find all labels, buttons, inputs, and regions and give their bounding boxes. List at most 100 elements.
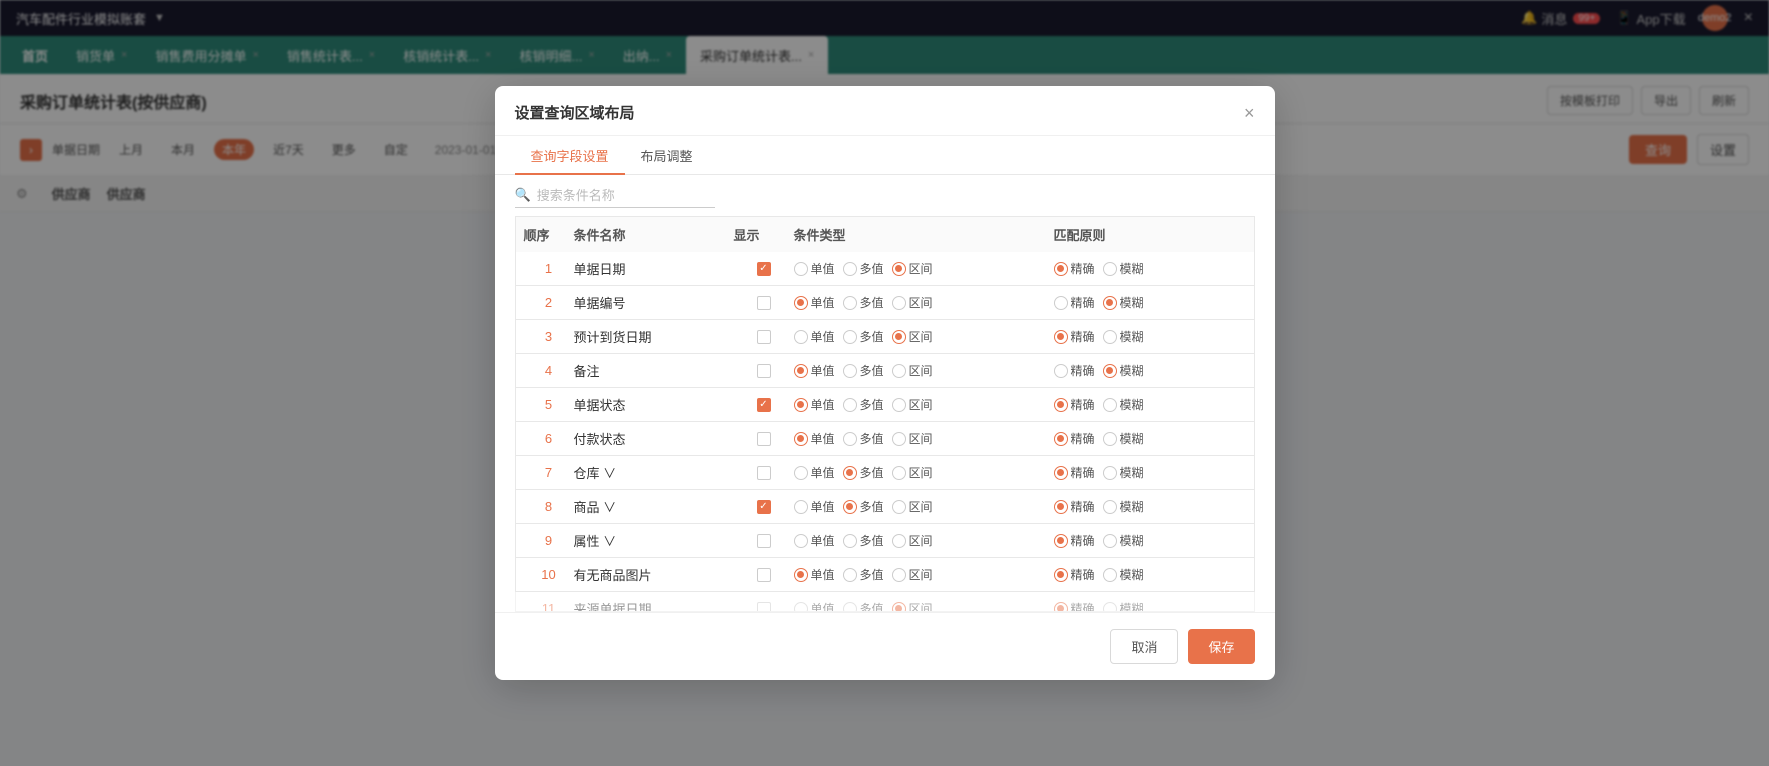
row10-type-range[interactable]: 区间	[892, 566, 933, 583]
row10-show-checkbox[interactable]	[757, 568, 771, 582]
row7-type-single[interactable]: 单值	[794, 464, 835, 481]
row3-name: 预计到货日期	[574, 327, 734, 346]
row9-match: 精确 模糊	[1054, 532, 1254, 549]
table-row: 9 属性 ∨ 单值 多值 区间 精确 模糊	[515, 524, 1255, 558]
cancel-button[interactable]: 取消	[1110, 629, 1178, 664]
row4-type-multi[interactable]: 多值	[843, 362, 884, 379]
row7-show[interactable]	[734, 466, 794, 480]
row6-show[interactable]	[734, 432, 794, 446]
tab-query-fields[interactable]: 查询字段设置	[515, 136, 625, 175]
row7-match-fuzzy[interactable]: 模糊	[1103, 464, 1144, 481]
row7-type-multi[interactable]: 多值	[843, 464, 884, 481]
row2-match-exact[interactable]: 精确	[1054, 294, 1095, 311]
dialog-overlay: 设置查询区域布局 × 查询字段设置 布局调整 🔍 顺序 条件名称 显示 条件类型…	[0, 0, 1769, 766]
row8-match-fuzzy[interactable]: 模糊	[1103, 498, 1144, 515]
row8-type-single[interactable]: 单值	[794, 498, 835, 515]
row6-show-checkbox[interactable]	[757, 432, 771, 446]
row5-type-multi[interactable]: 多值	[843, 396, 884, 413]
row5-match-fuzzy[interactable]: 模糊	[1103, 396, 1144, 413]
row10-type-multi[interactable]: 多值	[843, 566, 884, 583]
row2-show[interactable]	[734, 296, 794, 310]
row9-show-checkbox[interactable]	[757, 534, 771, 548]
row8-show-checkbox[interactable]: ✓	[757, 500, 771, 514]
row3-type-single[interactable]: 单值	[794, 328, 835, 345]
row7-type-range[interactable]: 区间	[892, 464, 933, 481]
row10-match-exact[interactable]: 精确	[1054, 566, 1095, 583]
row5-type-single[interactable]: 单值	[794, 396, 835, 413]
row4-type-range[interactable]: 区间	[892, 362, 933, 379]
row9-type-multi[interactable]: 多值	[843, 532, 884, 549]
row5-show[interactable]: ✓	[734, 398, 794, 412]
row6-match: 精确 模糊	[1054, 430, 1254, 447]
row8-match-exact[interactable]: 精确	[1054, 498, 1095, 515]
row10-type-single[interactable]: 单值	[794, 566, 835, 583]
row1-show[interactable]: ✓	[734, 262, 794, 276]
radio-unchecked	[892, 466, 906, 480]
row6-match-fuzzy[interactable]: 模糊	[1103, 430, 1144, 447]
tab-layout-adjust[interactable]: 布局调整	[625, 136, 709, 175]
row8-type: 单值 多值 区间	[794, 498, 1054, 515]
row9-match-exact[interactable]: 精确	[1054, 532, 1095, 549]
radio-unchecked	[843, 398, 857, 412]
row1-type-single[interactable]: 单值	[794, 260, 835, 277]
save-button[interactable]: 保存	[1188, 629, 1254, 664]
row9-match-fuzzy[interactable]: 模糊	[1103, 532, 1144, 549]
row7-show-checkbox[interactable]	[757, 466, 771, 480]
row10-show[interactable]	[734, 568, 794, 582]
row3-match-exact[interactable]: 精确	[1054, 328, 1095, 345]
dialog-table: 顺序 条件名称 显示 条件类型 匹配原则 1 单据日期 ✓ 单值 多值 区间	[495, 216, 1275, 612]
row1-show-checkbox[interactable]: ✓	[757, 262, 771, 276]
row1-match-fuzzy[interactable]: 模糊	[1103, 260, 1144, 277]
row8-type-multi[interactable]: 多值	[843, 498, 884, 515]
radio-checked	[892, 262, 906, 276]
row3-type-range[interactable]: 区间	[892, 328, 933, 345]
row5-match-group: 精确 模糊	[1054, 396, 1144, 413]
row5-order: 5	[524, 397, 574, 412]
row1-type: 单值 多值 区间	[794, 260, 1054, 277]
row1-match-group: 精确 模糊	[1054, 260, 1144, 277]
row3-show-checkbox[interactable]	[757, 330, 771, 344]
row4-show-checkbox[interactable]	[757, 364, 771, 378]
radio-unchecked	[1103, 534, 1117, 548]
dialog-close-btn[interactable]: ×	[1244, 104, 1255, 122]
row3-match-fuzzy[interactable]: 模糊	[1103, 328, 1144, 345]
row2-type-range[interactable]: 区间	[892, 294, 933, 311]
row9-type-range[interactable]: 区间	[892, 532, 933, 549]
th-type: 条件类型	[794, 225, 1054, 244]
row5-type-group: 单值 多值 区间	[794, 396, 933, 413]
row3-show[interactable]	[734, 330, 794, 344]
row8-type-range[interactable]: 区间	[892, 498, 933, 515]
radio-unchecked	[1054, 364, 1068, 378]
row10-match-fuzzy[interactable]: 模糊	[1103, 566, 1144, 583]
row1-match-exact[interactable]: 精确	[1054, 260, 1095, 277]
row8-show[interactable]: ✓	[734, 500, 794, 514]
row9-type-single[interactable]: 单值	[794, 532, 835, 549]
row5-type-range[interactable]: 区间	[892, 396, 933, 413]
row4-type-single[interactable]: 单值	[794, 362, 835, 379]
row2-type-multi[interactable]: 多值	[843, 294, 884, 311]
search-input[interactable]	[537, 188, 697, 203]
row1-type-multi[interactable]: 多值	[843, 260, 884, 277]
row5-match-exact[interactable]: 精确	[1054, 396, 1095, 413]
row2-match-fuzzy[interactable]: 模糊	[1103, 294, 1144, 311]
row4-match-fuzzy[interactable]: 模糊	[1103, 362, 1144, 379]
row2-match-group: 精确 模糊	[1054, 294, 1144, 311]
row4-show[interactable]	[734, 364, 794, 378]
row5-show-checkbox[interactable]: ✓	[757, 398, 771, 412]
row1-type-range[interactable]: 区间	[892, 260, 933, 277]
row6-type-multi[interactable]: 多值	[843, 430, 884, 447]
row2-show-checkbox[interactable]	[757, 296, 771, 310]
row6-type-range[interactable]: 区间	[892, 430, 933, 447]
row3-type-multi[interactable]: 多值	[843, 328, 884, 345]
radio-unchecked	[843, 364, 857, 378]
row6-match-exact[interactable]: 精确	[1054, 430, 1095, 447]
row6-type-single[interactable]: 单值	[794, 430, 835, 447]
row2-type-single[interactable]: 单值	[794, 294, 835, 311]
row7-match-exact[interactable]: 精确	[1054, 464, 1095, 481]
row1-order: 1	[524, 261, 574, 276]
radio-unchecked	[892, 534, 906, 548]
row4-match-exact[interactable]: 精确	[1054, 362, 1095, 379]
row8-order: 8	[524, 499, 574, 514]
row9-show[interactable]	[734, 534, 794, 548]
table-row: 1 单据日期 ✓ 单值 多值 区间 精确 模糊	[515, 252, 1255, 286]
